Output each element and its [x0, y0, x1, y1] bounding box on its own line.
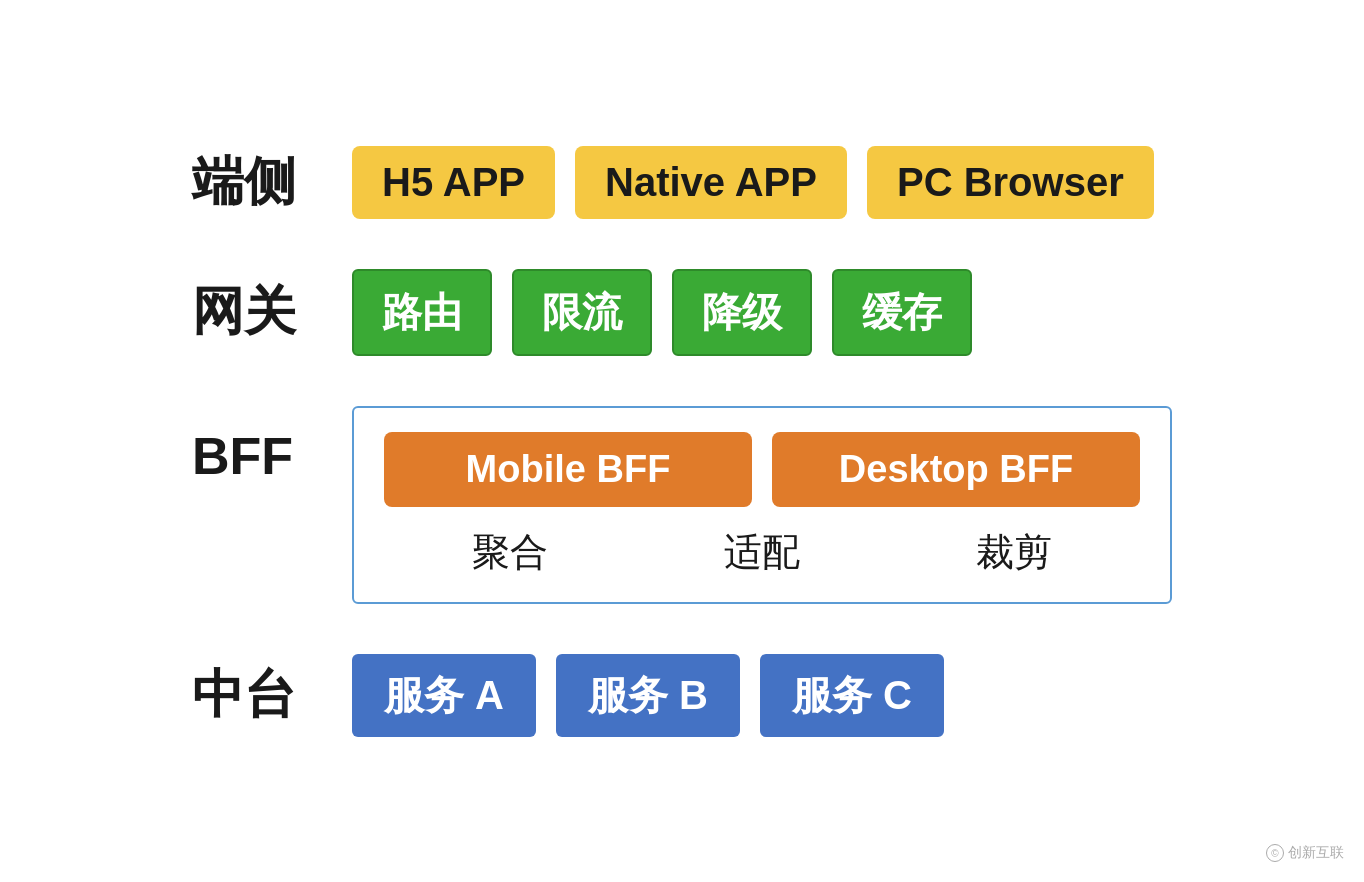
bff-label: BFF	[192, 406, 322, 486]
jiangjie-badge: 降级	[672, 269, 812, 356]
h5-app-badge: H5 APP	[352, 146, 555, 219]
juhe-label: 聚合	[472, 527, 548, 578]
service-b-badge: 服务 B	[556, 654, 740, 737]
watermark-icon: ©	[1266, 844, 1284, 862]
service-a-badge: 服务 A	[352, 654, 536, 737]
native-app-badge: Native APP	[575, 146, 847, 219]
wanguan-content: 路由 限流 降级 缓存	[352, 269, 1172, 356]
mobile-bff-badge: Mobile BFF	[384, 432, 752, 507]
bff-row: BFF Mobile BFF Desktop BFF 聚合 适配 裁剪	[192, 406, 1172, 604]
bff-bottom: 聚合 适配 裁剪	[384, 527, 1140, 578]
duance-row: 端侧 H5 APP Native APP PC Browser	[192, 146, 1172, 219]
service-c-badge: 服务 C	[760, 654, 944, 737]
huancun-badge: 缓存	[832, 269, 972, 356]
shipei-label: 适配	[724, 527, 800, 578]
watermark: © 创新互联	[1266, 844, 1344, 862]
zhongtai-content: 服务 A 服务 B 服务 C	[352, 654, 1172, 737]
bff-top: Mobile BFF Desktop BFF	[384, 432, 1140, 507]
xanliu-badge: 限流	[512, 269, 652, 356]
wanguan-row: 网关 路由 限流 降级 缓存	[192, 269, 1172, 356]
luyou-badge: 路由	[352, 269, 492, 356]
duance-content: H5 APP Native APP PC Browser	[352, 146, 1172, 219]
watermark-text: 创新互联	[1288, 844, 1344, 862]
wanguan-label: 网关	[192, 277, 322, 347]
architecture-diagram: 端侧 H5 APP Native APP PC Browser 网关 路由 限流…	[132, 106, 1232, 777]
desktop-bff-badge: Desktop BFF	[772, 432, 1140, 507]
zhongtai-label: 中台	[192, 660, 322, 730]
caijian-label: 裁剪	[976, 527, 1052, 578]
bff-box: Mobile BFF Desktop BFF 聚合 适配 裁剪	[352, 406, 1172, 604]
duance-label: 端侧	[192, 147, 322, 217]
pc-browser-badge: PC Browser	[867, 146, 1154, 219]
zhongtai-row: 中台 服务 A 服务 B 服务 C	[192, 654, 1172, 737]
